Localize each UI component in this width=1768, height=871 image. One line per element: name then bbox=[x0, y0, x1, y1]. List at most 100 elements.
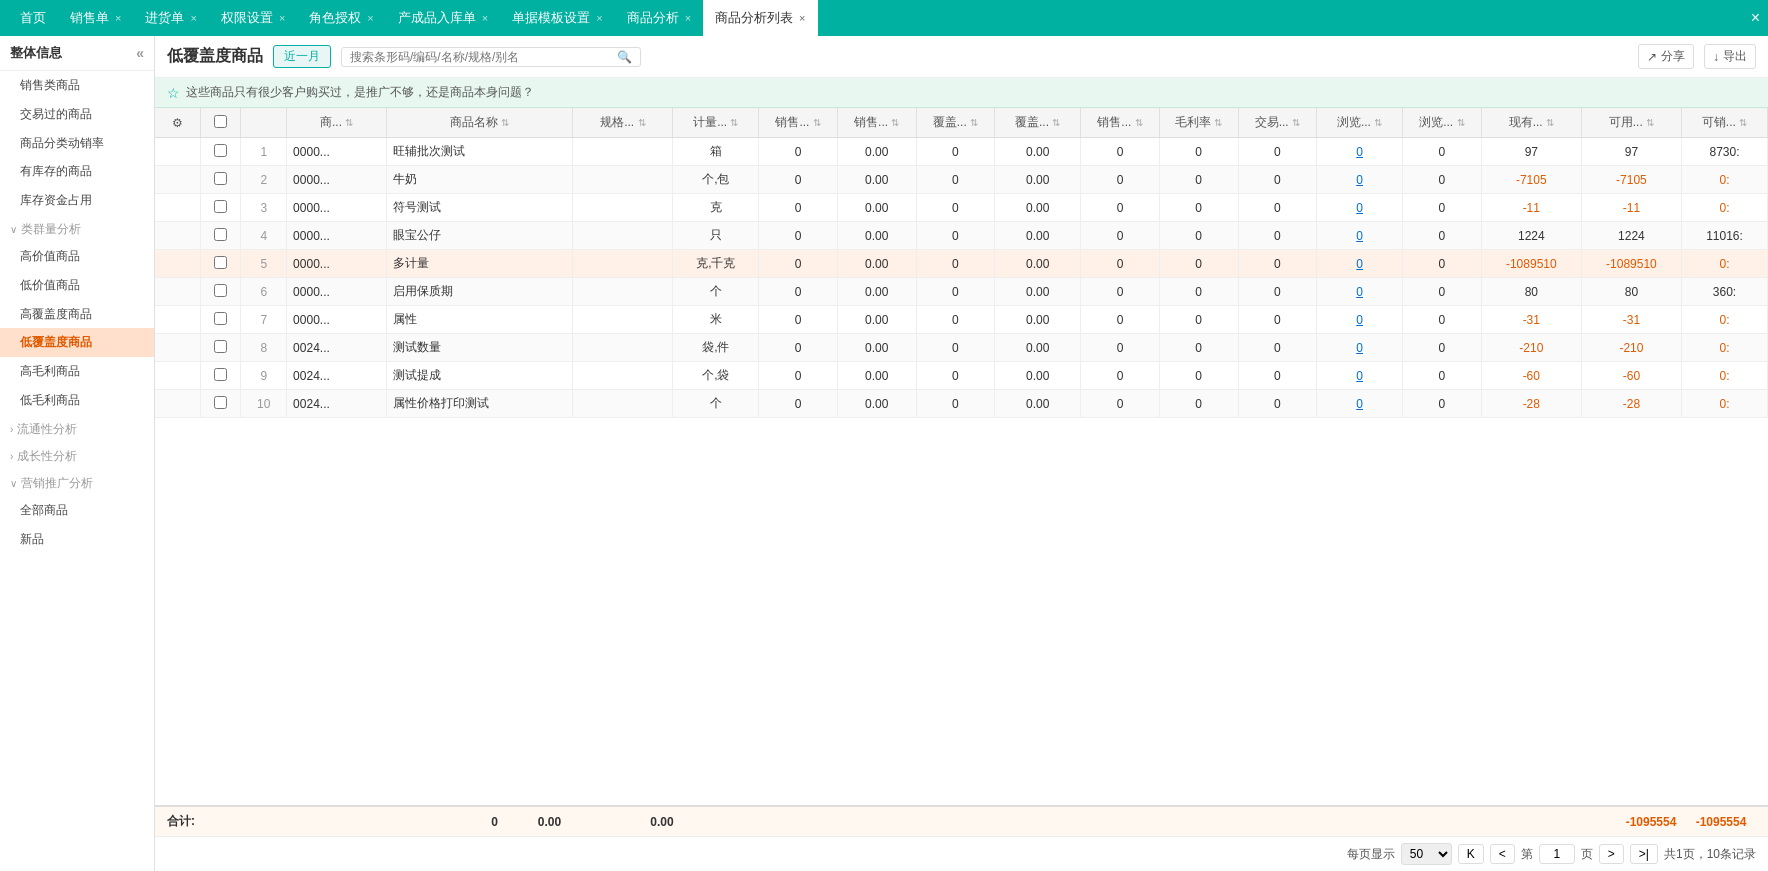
col-settings-header[interactable]: ⚙ bbox=[155, 108, 201, 138]
col-sales-days-header[interactable]: 销售... ⇅ bbox=[1081, 108, 1160, 138]
sidebar-item-new-products[interactable]: 新品 bbox=[0, 525, 154, 554]
cell-cover-cust: 0 bbox=[916, 222, 995, 250]
col-cover-cust-header[interactable]: 覆盖... ⇅ bbox=[916, 108, 995, 138]
close-product-analysis-icon[interactable]: × bbox=[685, 12, 691, 24]
nav-tab-analysis-list[interactable]: 商品分析列表 × bbox=[703, 0, 817, 36]
sidebar-item-stock-capital[interactable]: 库存资金占用 bbox=[0, 186, 154, 215]
avail2-sort-icon: ⇅ bbox=[1739, 117, 1747, 128]
next-page-button[interactable]: > bbox=[1599, 844, 1624, 864]
nav-tab-roles[interactable]: 角色授权 × bbox=[297, 0, 385, 36]
cell-browse1[interactable]: 0 bbox=[1317, 250, 1403, 278]
col-trans-header[interactable]: 交易... ⇅ bbox=[1238, 108, 1317, 138]
cell-browse1[interactable]: 0 bbox=[1317, 390, 1403, 418]
cell-browse1[interactable]: 0 bbox=[1317, 362, 1403, 390]
sidebar-item-low-margin[interactable]: 低毛利商品 bbox=[0, 386, 154, 415]
col-gross-rate-header[interactable]: 毛利率 ⇅ bbox=[1159, 108, 1238, 138]
sidebar-item-high-margin[interactable]: 高毛利商品 bbox=[0, 357, 154, 386]
cell-checkbox[interactable] bbox=[201, 222, 241, 250]
nav-tab-purchase[interactable]: 进货单 × bbox=[133, 0, 208, 36]
cell-checkbox[interactable] bbox=[201, 250, 241, 278]
sidebar-item-all-goods[interactable]: 全部商品 bbox=[0, 496, 154, 525]
col-avail-header[interactable]: 可用... ⇅ bbox=[1581, 108, 1681, 138]
col-browse2-header[interactable]: 浏览... ⇅ bbox=[1403, 108, 1482, 138]
sidebar-section-cluster-analysis[interactable]: ∨ 类群量分析 bbox=[0, 215, 154, 242]
cell-checkbox[interactable] bbox=[201, 362, 241, 390]
nav-tab-product-analysis[interactable]: 商品分析 × bbox=[615, 0, 703, 36]
sidebar-item-category-rate[interactable]: 商品分类动销率 bbox=[0, 129, 154, 158]
sidebar-item-low-value[interactable]: 低价值商品 bbox=[0, 271, 154, 300]
nav-tab-home[interactable]: 首页 bbox=[8, 0, 58, 36]
cell-checkbox[interactable] bbox=[201, 390, 241, 418]
close-purchase-icon[interactable]: × bbox=[190, 12, 196, 24]
last-page-button[interactable]: >| bbox=[1630, 844, 1658, 864]
cell-checkbox[interactable] bbox=[201, 334, 241, 362]
footer-avail: -1095554 bbox=[1686, 815, 1756, 829]
nav-tab-template[interactable]: 单据模板设置 × bbox=[500, 0, 614, 36]
col-spec-header[interactable]: 规格... ⇅ bbox=[573, 108, 673, 138]
col-browse1-header[interactable]: 浏览... ⇅ bbox=[1317, 108, 1403, 138]
sidebar-item-high-value[interactable]: 高价值商品 bbox=[0, 242, 154, 271]
sidebar-section-circulation[interactable]: › 流通性分析 bbox=[0, 415, 154, 442]
sidebar-item-sales-goods[interactable]: 销售类商品 bbox=[0, 71, 154, 100]
filter-recent-month-button[interactable]: 近一月 bbox=[273, 45, 331, 68]
cell-browse1[interactable]: 0 bbox=[1317, 194, 1403, 222]
nav-tab-finished-goods[interactable]: 产成品入库单 × bbox=[386, 0, 500, 36]
cell-browse1[interactable]: 0 bbox=[1317, 166, 1403, 194]
search-icon[interactable]: 🔍 bbox=[617, 50, 632, 64]
col-cover-rate-header[interactable]: 覆盖... ⇅ bbox=[995, 108, 1081, 138]
search-input[interactable] bbox=[350, 50, 617, 64]
cell-sales-qty: 0 bbox=[759, 250, 838, 278]
cell-browse1[interactable]: 0 bbox=[1317, 138, 1403, 166]
cell-checkbox[interactable] bbox=[201, 138, 241, 166]
sidebar-section-marketing[interactable]: ∨ 营销推广分析 bbox=[0, 469, 154, 496]
cell-spec bbox=[573, 222, 673, 250]
prev-page-button[interactable]: < bbox=[1490, 844, 1515, 864]
cell-browse1[interactable]: 0 bbox=[1317, 306, 1403, 334]
export-button[interactable]: ↓ 导出 bbox=[1704, 44, 1756, 69]
col-name-header[interactable]: 商品名称 ⇅ bbox=[387, 108, 573, 138]
close-finished-goods-icon[interactable]: × bbox=[482, 12, 488, 24]
col-sales-amt-header[interactable]: 销售... ⇅ bbox=[837, 108, 916, 138]
search-box[interactable]: 🔍 bbox=[341, 47, 641, 67]
cell-browse1[interactable]: 0 bbox=[1317, 334, 1403, 362]
nav-tab-sales[interactable]: 销售单 × bbox=[58, 0, 133, 36]
cell-browse1[interactable]: 0 bbox=[1317, 278, 1403, 306]
cell-checkbox[interactable] bbox=[201, 278, 241, 306]
cell-curr-stock: 80 bbox=[1481, 278, 1581, 306]
page-size-select[interactable]: 50 20 100 bbox=[1401, 843, 1452, 865]
sidebar-item-traded-goods[interactable]: 交易过的商品 bbox=[0, 100, 154, 129]
sidebar-item-low-coverage[interactable]: 低覆盖度商品 bbox=[0, 328, 154, 357]
col-code-header[interactable]: 商... ⇅ bbox=[287, 108, 387, 138]
col-curr-stock-header[interactable]: 现有... ⇅ bbox=[1481, 108, 1581, 138]
close-analysis-list-icon[interactable]: × bbox=[799, 12, 805, 24]
cell-cover-cust: 0 bbox=[916, 362, 995, 390]
cell-checkbox[interactable] bbox=[201, 306, 241, 334]
cell-browse1[interactable]: 0 bbox=[1317, 222, 1403, 250]
close-all-button[interactable]: × bbox=[1751, 9, 1760, 27]
cell-trans: 0 bbox=[1238, 166, 1317, 194]
sidebar-section-growth[interactable]: › 成长性分析 bbox=[0, 442, 154, 469]
cell-unit: 个 bbox=[673, 390, 759, 418]
share-button[interactable]: ↗ 分享 bbox=[1638, 44, 1694, 69]
close-permissions-icon[interactable]: × bbox=[279, 12, 285, 24]
page-number-input[interactable] bbox=[1539, 844, 1575, 864]
select-all-checkbox[interactable] bbox=[214, 115, 227, 128]
cell-browse2: 0 bbox=[1403, 194, 1482, 222]
cell-checkbox[interactable] bbox=[201, 166, 241, 194]
close-sales-icon[interactable]: × bbox=[115, 12, 121, 24]
cell-checkbox[interactable] bbox=[201, 194, 241, 222]
close-template-icon[interactable]: × bbox=[596, 12, 602, 24]
col-sales-qty-header[interactable]: 销售... ⇅ bbox=[759, 108, 838, 138]
first-page-button[interactable]: K bbox=[1458, 844, 1484, 864]
cell-avail2: 0: bbox=[1682, 166, 1768, 194]
sidebar-item-high-coverage[interactable]: 高覆盖度商品 bbox=[0, 300, 154, 329]
col-unit-header[interactable]: 计量... ⇅ bbox=[673, 108, 759, 138]
sidebar-collapse-button[interactable]: « bbox=[136, 45, 144, 61]
cell-gross-rate: 0 bbox=[1159, 250, 1238, 278]
sidebar-item-in-stock-goods[interactable]: 有库存的商品 bbox=[0, 157, 154, 186]
cell-settings bbox=[155, 222, 201, 250]
nav-tab-permissions[interactable]: 权限设置 × bbox=[209, 0, 297, 36]
close-roles-icon[interactable]: × bbox=[367, 12, 373, 24]
col-check-header[interactable] bbox=[201, 108, 241, 138]
col-avail2-header[interactable]: 可销... ⇅ bbox=[1682, 108, 1768, 138]
